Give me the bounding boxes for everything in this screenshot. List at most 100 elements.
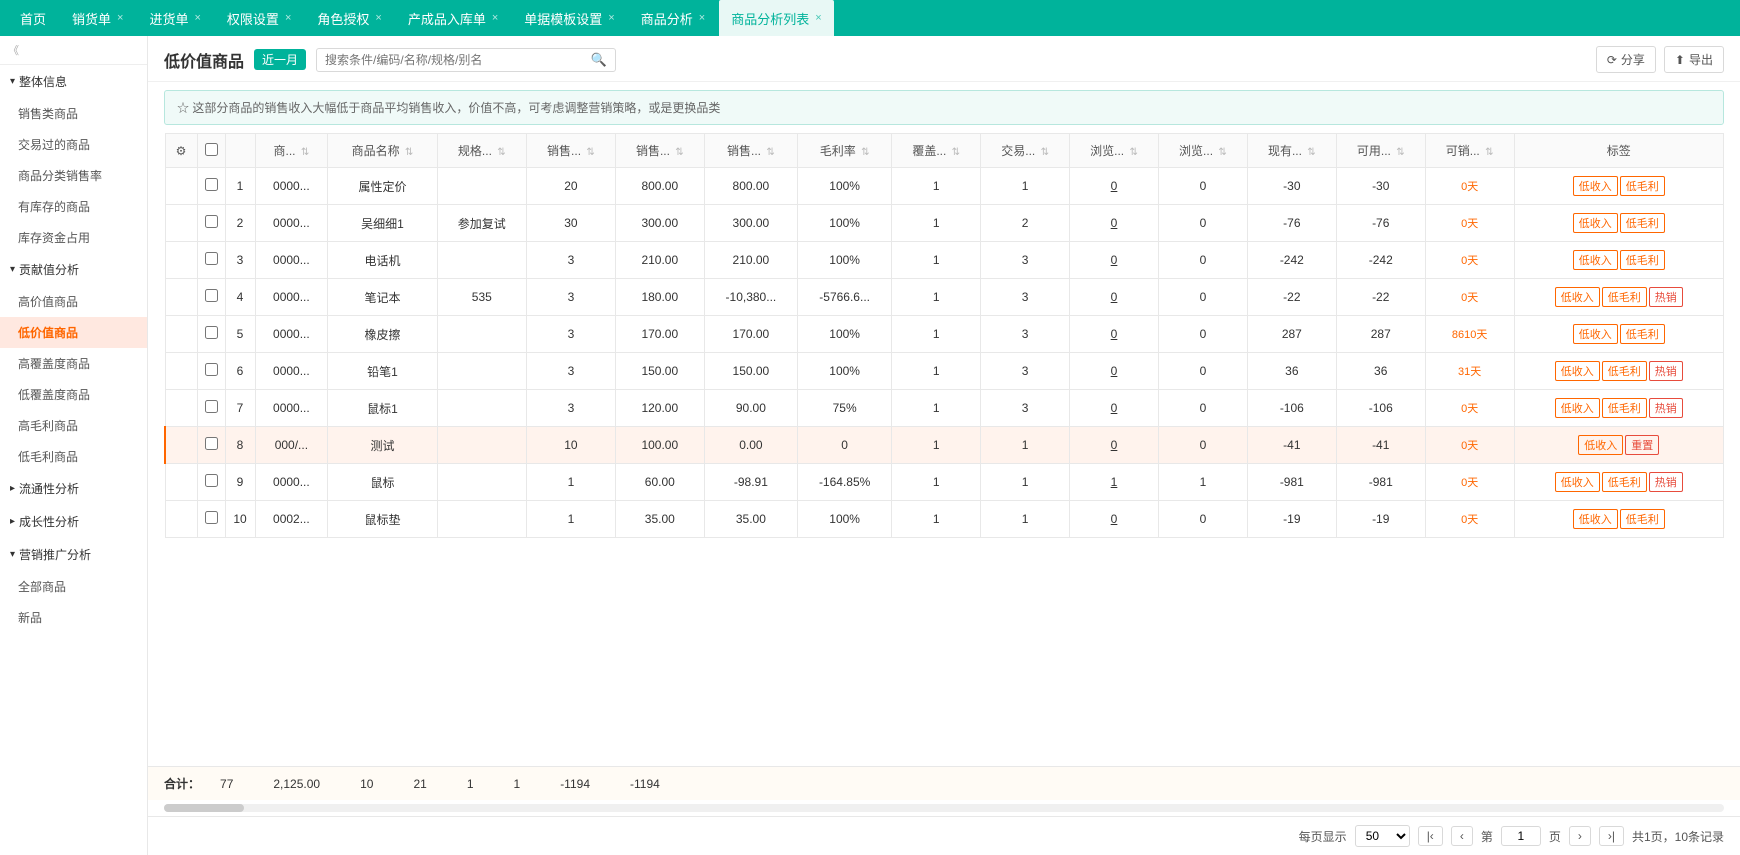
col-stock3[interactable]: 可销... ⇅ [1425,134,1514,168]
collapse-sidebar-btn[interactable]: 《 [8,42,19,58]
row-checkbox-9[interactable] [205,511,218,524]
cell-checkbox[interactable] [197,316,225,353]
col-code[interactable]: 商... ⇅ [255,134,328,168]
sidebar-item-low-profit[interactable]: 低毛利商品 [0,441,147,472]
summary-col2: 2,125.00 [273,777,320,791]
col-trade[interactable]: 交易... ⇅ [981,134,1070,168]
sidebar-item-sales-goods[interactable]: 销售类商品 [0,98,147,129]
cell-checkbox[interactable] [197,279,225,316]
col-coverage[interactable]: 覆盖... ⇅ [892,134,981,168]
nav-sales[interactable]: 销货单 × [60,0,135,36]
sidebar-item-new-goods[interactable]: 新品 [0,602,147,633]
sidebar-item-stock-goods[interactable]: 有库存的商品 [0,191,147,222]
browse1-link[interactable]: 0 [1111,438,1118,452]
settings-icon[interactable]: ⚙ [176,144,187,158]
col-checkbox[interactable] [197,134,225,168]
col-margin[interactable]: 毛利率 ⇅ [798,134,892,168]
cell-checkbox[interactable] [197,427,225,464]
cell-checkbox[interactable] [197,205,225,242]
sidebar-item-category-rate[interactable]: 商品分类销售率 [0,160,147,191]
row-checkbox-1[interactable] [205,215,218,228]
nav-product-in[interactable]: 产成品入库单 × [396,0,510,36]
col-browse2[interactable]: 浏览... ⇅ [1158,134,1247,168]
sidebar-group-growth[interactable]: ▸ 成长性分析 [0,505,147,538]
col-sales3[interactable]: 销售... ⇅ [704,134,797,168]
browse1-link[interactable]: 0 [1111,401,1118,415]
row-checkbox-0[interactable] [205,178,218,191]
sidebar-item-high-value[interactable]: 高价值商品 [0,286,147,317]
close-sales-icon[interactable]: × [117,12,123,24]
arrow-contribution-icon: ▾ [10,264,15,275]
cell-checkbox[interactable] [197,501,225,538]
nav-home[interactable]: 首页 [8,0,58,36]
close-product-in-icon[interactable]: × [492,12,498,24]
browse1-link[interactable]: 0 [1111,253,1118,267]
sidebar-item-high-profit[interactable]: 高毛利商品 [0,410,147,441]
scrollbar-track[interactable] [164,804,1724,812]
browse1-link[interactable]: 0 [1111,290,1118,304]
cell-checkbox[interactable] [197,353,225,390]
col-name[interactable]: 商品名称 ⇅ [328,134,437,168]
col-stock2[interactable]: 可用... ⇅ [1336,134,1425,168]
next-page-btn[interactable]: › [1569,826,1591,846]
col-spec[interactable]: 规格... ⇅ [437,134,526,168]
cell-checkbox[interactable] [197,242,225,279]
col-stock1[interactable]: 现有... ⇅ [1247,134,1336,168]
col-settings[interactable]: ⚙ [165,134,197,168]
col-browse1[interactable]: 浏览... ⇅ [1070,134,1159,168]
select-all-checkbox[interactable] [205,143,218,156]
row-checkbox-5[interactable] [205,363,218,376]
last-page-btn[interactable]: ›| [1599,826,1624,846]
close-purchase-icon[interactable]: × [194,12,200,24]
close-template-icon[interactable]: × [608,12,614,24]
row-checkbox-6[interactable] [205,400,218,413]
first-page-btn[interactable]: |‹ [1418,826,1443,846]
nav-template[interactable]: 单据模板设置 × [512,0,626,36]
nav-permission[interactable]: 权限设置 × [215,0,303,36]
row-checkbox-2[interactable] [205,252,218,265]
nav-purchase[interactable]: 进货单 × [137,0,212,36]
browse1-link[interactable]: 0 [1111,512,1118,526]
browse1-link[interactable]: 0 [1111,216,1118,230]
current-page-input[interactable] [1501,826,1541,846]
share-button[interactable]: ⟳ 分享 [1596,46,1656,73]
search-icon[interactable]: 🔍 [591,52,607,68]
cell-checkbox[interactable] [197,390,225,427]
browse1-link[interactable]: 1 [1111,475,1118,489]
nav-role[interactable]: 角色授权 × [305,0,393,36]
nav-goods-list[interactable]: 商品分析列表 × [719,0,833,36]
browse1-link[interactable]: 0 [1111,179,1118,193]
sidebar-item-traded-goods[interactable]: 交易过的商品 [0,129,147,160]
close-permission-icon[interactable]: × [285,12,291,24]
sidebar-group-flow[interactable]: ▸ 流通性分析 [0,472,147,505]
close-role-icon[interactable]: × [375,12,381,24]
cell-settings [165,279,197,316]
close-goods-list-icon[interactable]: × [815,12,821,24]
period-badge[interactable]: 近一月 [254,49,306,70]
row-checkbox-4[interactable] [205,326,218,339]
cell-checkbox[interactable] [197,168,225,205]
sidebar-group-marketing[interactable]: ▾ 营销推广分析 [0,538,147,571]
search-input[interactable] [325,53,591,67]
col-sales1[interactable]: 销售... ⇅ [526,134,615,168]
row-checkbox-8[interactable] [205,474,218,487]
browse1-link[interactable]: 0 [1111,364,1118,378]
prev-page-btn[interactable]: ‹ [1451,826,1473,846]
row-checkbox-3[interactable] [205,289,218,302]
nav-goods-analysis[interactable]: 商品分析 × [629,0,717,36]
export-button[interactable]: ⬆ 导出 [1664,46,1724,73]
sidebar-item-all-goods[interactable]: 全部商品 [0,571,147,602]
row-checkbox-7[interactable] [205,437,218,450]
page-size-select[interactable]: 50 100 200 [1355,825,1410,847]
scrollbar-thumb[interactable] [164,804,244,812]
sidebar-item-low-value[interactable]: 低价值商品 [0,317,147,348]
sidebar-item-high-coverage[interactable]: 高覆盖度商品 [0,348,147,379]
col-sales2[interactable]: 销售... ⇅ [615,134,704,168]
cell-checkbox[interactable] [197,464,225,501]
sidebar-group-contribution[interactable]: ▾ 贡献值分析 [0,253,147,286]
browse1-link[interactable]: 0 [1111,327,1118,341]
sidebar-group-overview[interactable]: ▾ 整体信息 [0,65,147,98]
sidebar-item-low-coverage[interactable]: 低覆盖度商品 [0,379,147,410]
sidebar-item-stock-capital[interactable]: 库存资金占用 [0,222,147,253]
close-goods-icon[interactable]: × [699,12,705,24]
